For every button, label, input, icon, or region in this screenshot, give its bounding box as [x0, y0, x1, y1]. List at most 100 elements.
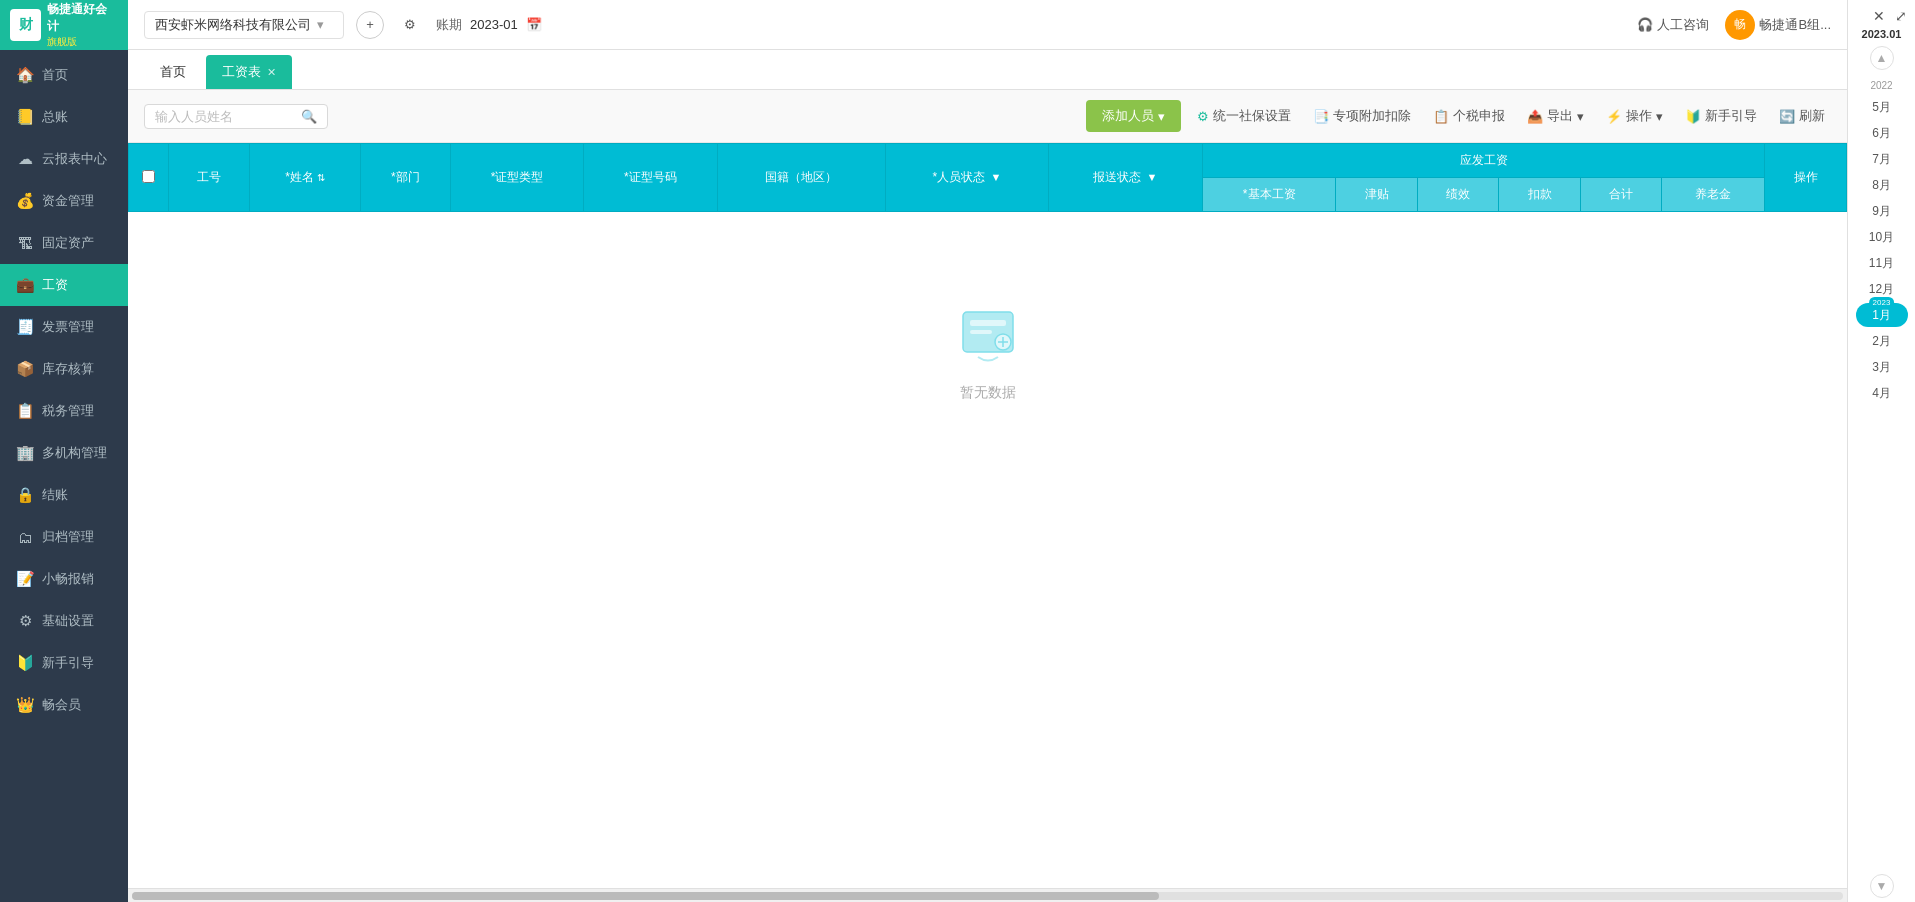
expense-icon: 📝: [16, 570, 34, 588]
sidebar-item-member[interactable]: 👑畅会员: [0, 684, 128, 726]
month-2022-6[interactable]: 6月: [1856, 121, 1908, 145]
th-checkbox[interactable]: [129, 144, 169, 212]
sidebar-item-cloud-report[interactable]: ☁云报表中心: [0, 138, 128, 180]
logo-icon: 财: [10, 9, 41, 41]
month-2023-4[interactable]: 4月: [1856, 381, 1908, 405]
salary-icon: 💼: [16, 276, 34, 294]
tax-report-button[interactable]: 📋 个税申报: [1427, 103, 1511, 129]
tabs-bar: 首页 工资表 ✕: [128, 50, 1847, 90]
app-logo: 财 畅捷通好会计 旗舰版: [0, 0, 128, 50]
sidebar-item-expense[interactable]: 📝 小畅报销: [0, 558, 128, 600]
toolbar: 🔍 添加人员 ▾ ⚙ 统一社保设置 📑 专项附加扣除 📋 个税申报: [128, 90, 1847, 143]
sidebar-label-guide: 新手引导: [42, 654, 94, 672]
ops-arrow-icon: ▾: [1656, 109, 1663, 124]
th-status[interactable]: *人员状态 ▼: [885, 144, 1048, 212]
sidebar-item-home[interactable]: 🏠首页: [0, 54, 128, 96]
select-all-checkbox[interactable]: [142, 170, 155, 183]
close-panel-icon[interactable]: ✕: [1871, 6, 1887, 26]
operations-button[interactable]: ⚡ 操作 ▾: [1600, 103, 1669, 129]
add-person-button[interactable]: 添加人员 ▾: [1086, 100, 1181, 132]
logo-text: 畅捷通好会计 旗舰版: [47, 1, 118, 49]
sidebar-item-fund[interactable]: 💰资金管理: [0, 180, 128, 222]
right-panel: ✕ ⤢ 2023.01 ▲ 2022 5月 6月 7月 8月 9月 10月 11…: [1847, 0, 1915, 902]
tab-salary-label: 工资表: [222, 63, 261, 81]
arrow-down-area: ▼: [1848, 870, 1915, 902]
search-input[interactable]: [155, 109, 295, 124]
th-total: 合计: [1580, 178, 1661, 212]
month-2022-7[interactable]: 7月: [1856, 147, 1908, 171]
tab-home[interactable]: 首页: [144, 55, 202, 89]
month-2022-5[interactable]: 5月: [1856, 95, 1908, 119]
month-2022-11[interactable]: 11月: [1856, 251, 1908, 275]
th-performance: 绩效: [1417, 178, 1498, 212]
ledger-icon: 📒: [16, 108, 34, 126]
table-container: 工号 *姓名 ⇅ *部门 *证型类型 *证型号码 国籍（地区） *人员状态 ▼: [128, 143, 1847, 888]
scroll-up-button[interactable]: ▲: [1870, 46, 1894, 70]
sidebar-item-invoice[interactable]: 🧾发票管理: [0, 306, 128, 348]
sidebar-item-checkout[interactable]: 🔒结账: [0, 474, 128, 516]
sidebar-item-tax[interactable]: 📋税务管理: [0, 390, 128, 432]
refresh-label: 刷新: [1799, 107, 1825, 125]
month-2023-2[interactable]: 2月: [1856, 329, 1908, 353]
sidebar-label-tax: 税务管理: [42, 402, 94, 420]
social-icon: ⚙: [1197, 109, 1209, 124]
sidebar-label-invoice: 发票管理: [42, 318, 94, 336]
expand-panel-icon[interactable]: ⤢: [1893, 6, 1909, 26]
user-info[interactable]: 畅 畅捷通B组...: [1725, 10, 1831, 40]
scrollbar-track[interactable]: [132, 892, 1843, 900]
sidebar-label-expense: 小畅报销: [42, 570, 94, 588]
scroll-down-button[interactable]: ▼: [1870, 874, 1894, 898]
month-2022-9[interactable]: 9月: [1856, 199, 1908, 223]
month-2022-8[interactable]: 8月: [1856, 173, 1908, 197]
settings-icon[interactable]: ⚙: [396, 11, 424, 39]
refresh-button[interactable]: 🔄 刷新: [1773, 103, 1831, 129]
th-cert-no: *证型号码: [584, 144, 717, 212]
sidebar-item-archive[interactable]: 🗂归档管理: [0, 516, 128, 558]
tab-salary-table[interactable]: 工资表 ✕: [206, 55, 292, 89]
special-deduct-button[interactable]: 📑 专项附加扣除: [1307, 103, 1417, 129]
th-report-status[interactable]: 报送状态 ▼: [1048, 144, 1202, 212]
th-pension: 养老金: [1662, 178, 1765, 212]
multi-org-icon: 🏢: [16, 444, 34, 462]
sidebar-label-ledger: 总账: [42, 108, 68, 126]
ops-label: 操作: [1626, 107, 1652, 125]
month-2023-3[interactable]: 3月: [1856, 355, 1908, 379]
month-2023-1[interactable]: 2023 1月: [1856, 303, 1908, 327]
settings-icon: ⚙: [16, 612, 34, 630]
th-id: 工号: [169, 144, 250, 212]
sidebar-item-multi-org[interactable]: 🏢多机构管理: [0, 432, 128, 474]
new-guide-button[interactable]: 🔰 新手引导: [1679, 103, 1763, 129]
sidebar-item-salary[interactable]: 💼工资: [0, 264, 128, 306]
sidebar-label-member: 畅会员: [42, 696, 81, 714]
sidebar-item-inventory[interactable]: 📦库存核算: [0, 348, 128, 390]
guide-icon: 🔰: [1685, 109, 1701, 124]
report-filter-icon: ▼: [1147, 171, 1158, 183]
deduct-label: 专项附加扣除: [1333, 107, 1411, 125]
sidebar-item-fixed-assets[interactable]: 🏗固定资产: [0, 222, 128, 264]
refresh-icon: 🔄: [1779, 109, 1795, 124]
sort-icon: ⇅: [317, 172, 325, 183]
header-right: 🎧 人工咨询 畅 畅捷通B组...: [1637, 10, 1831, 40]
export-arrow-icon: ▾: [1577, 109, 1584, 124]
sidebar-item-ledger[interactable]: 📒 总账: [0, 96, 128, 138]
th-cert-type: *证型类型: [450, 144, 583, 212]
th-name[interactable]: *姓名 ⇅: [250, 144, 360, 212]
panel-year-label: 2023.01: [1848, 26, 1915, 42]
tab-close-icon[interactable]: ✕: [267, 66, 276, 79]
sidebar-item-settings[interactable]: ⚙基础设置: [0, 600, 128, 642]
scrollbar-thumb[interactable]: [132, 892, 1159, 900]
add-company-button[interactable]: +: [356, 11, 384, 39]
social-insurance-button[interactable]: ⚙ 统一社保设置: [1191, 103, 1297, 129]
search-box[interactable]: 🔍: [144, 104, 328, 129]
help-button[interactable]: 🎧 人工咨询: [1637, 16, 1709, 34]
th-deduct: 扣款: [1499, 178, 1580, 212]
th-base-salary: *基本工资: [1203, 178, 1336, 212]
company-selector[interactable]: 西安虾米网络科技有限公司 ▾: [144, 11, 344, 39]
export-button[interactable]: 📤 导出 ▾: [1521, 103, 1590, 129]
calendar-icon[interactable]: 📅: [526, 17, 542, 32]
sidebar-label-home: 首页: [42, 66, 68, 84]
month-2022-10[interactable]: 10月: [1856, 225, 1908, 249]
bottom-scrollbar[interactable]: [128, 888, 1847, 902]
checkout-icon: 🔒: [16, 486, 34, 504]
sidebar-item-guide[interactable]: 🔰新手引导: [0, 642, 128, 684]
